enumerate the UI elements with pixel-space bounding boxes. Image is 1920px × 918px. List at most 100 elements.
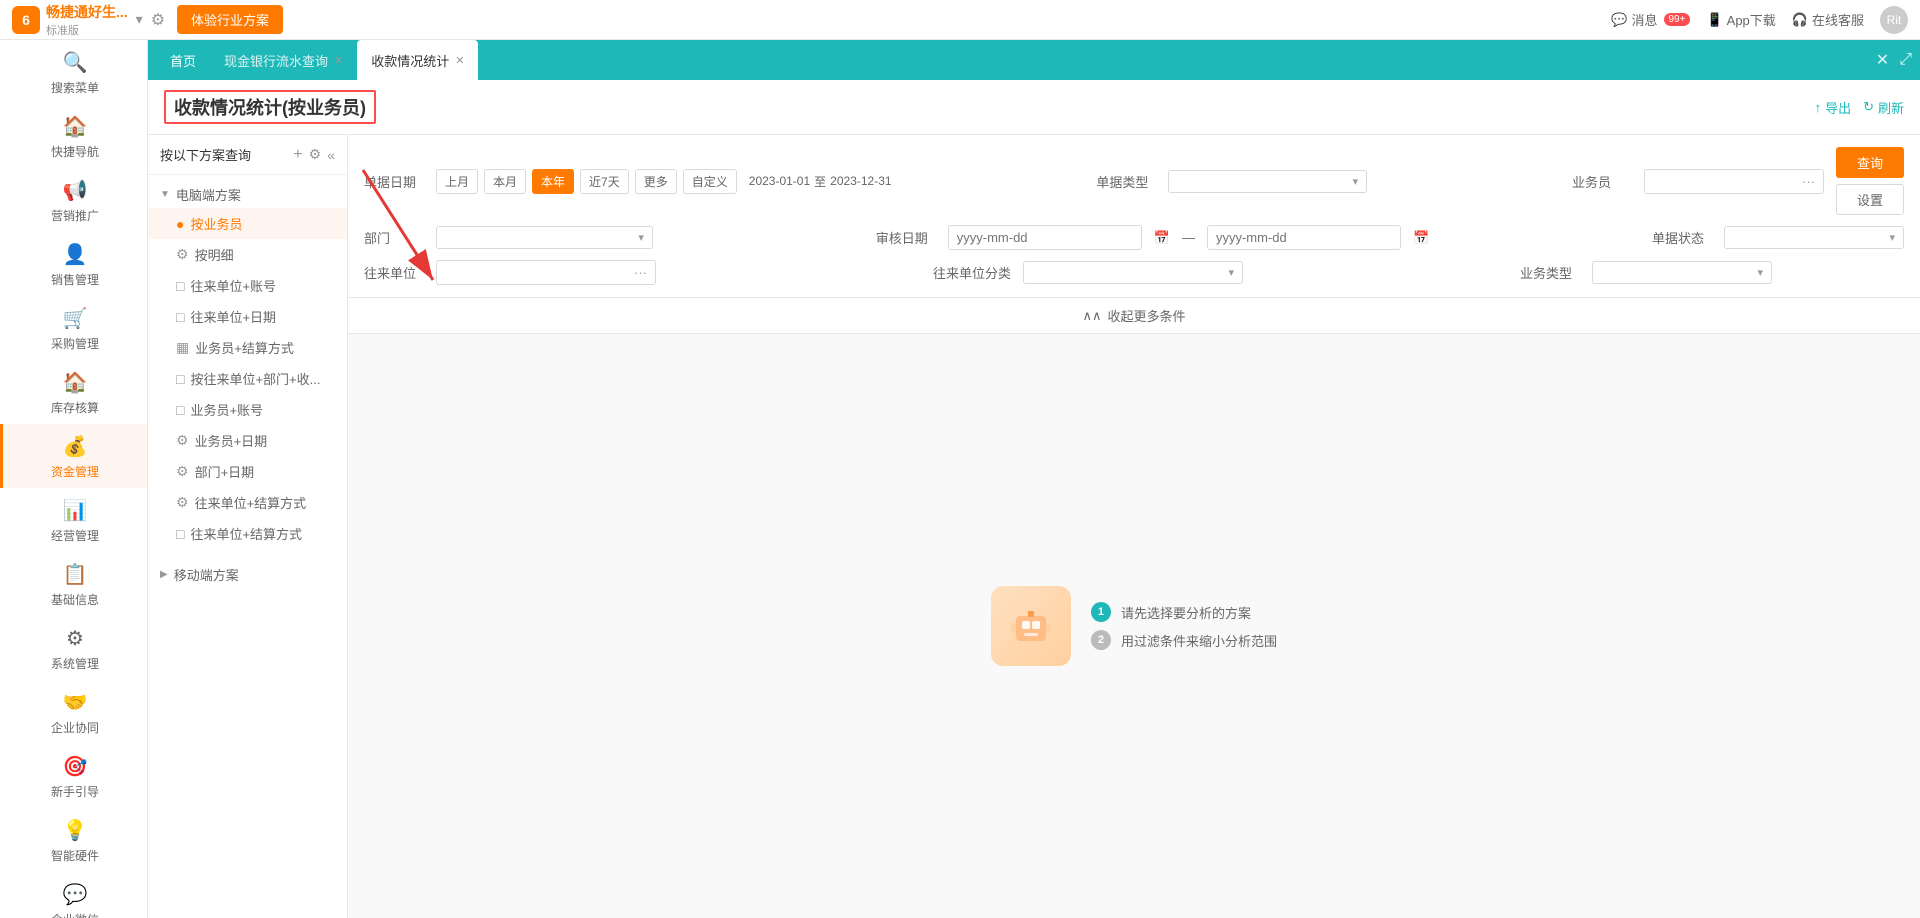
- export-button[interactable]: ↑ 导出: [1815, 98, 1852, 117]
- date-btn-this-year[interactable]: 本年: [532, 169, 574, 194]
- setting-button[interactable]: 设置: [1836, 184, 1904, 215]
- sidebar-item-inventory[interactable]: 🏠 库存核算: [0, 360, 147, 424]
- sidebar-item-basic-info[interactable]: 📋 基础信息: [0, 552, 147, 616]
- review-date-to-input[interactable]: [1207, 225, 1401, 250]
- sidebar-item-operations[interactable]: 📊 经营管理: [0, 488, 147, 552]
- scheme-group-mobile[interactable]: ▶ 移动端方案: [148, 561, 347, 588]
- trial-button[interactable]: 体验行业方案: [177, 5, 283, 34]
- header-right: 💬 消息 99+ 📱 App下载 🎧 在线客服 Rit: [1611, 6, 1908, 34]
- sidebar-item-hardware[interactable]: 💡 智能硬件: [0, 808, 147, 872]
- sidebar-item-search[interactable]: 🔍 搜索菜单: [0, 40, 147, 104]
- user-avatar[interactable]: Rit: [1880, 6, 1908, 34]
- scheme-item-by-salesperson[interactable]: ● 按业务员: [148, 208, 347, 239]
- tab-collection-stats[interactable]: 收款情况统计 ✕: [357, 40, 478, 80]
- date-btn-last-month[interactable]: 上月: [436, 169, 478, 194]
- scheme-item-label: 往来单位+日期: [190, 307, 276, 326]
- purchase-icon: 🛒: [63, 306, 88, 331]
- sidebar-item-marketing[interactable]: 📢 营销推广: [0, 168, 147, 232]
- empty-illustration: 1 请先选择要分析的方案 2 用过滤条件来缩小分析范围: [991, 586, 1277, 666]
- settings-gear-icon[interactable]: ⚙: [151, 10, 165, 30]
- sidebar: 🔍 搜索菜单 🏠 快捷导航 📢 营销推广 👤 销售管理 🛒 采购管理 🏠: [0, 40, 148, 918]
- sidebar-item-wechat[interactable]: 💬 企业微信: [0, 872, 147, 918]
- sidebar-item-quicknav[interactable]: 🏠 快捷导航: [0, 104, 147, 168]
- export-icon: ↑: [1815, 100, 1822, 115]
- scheme-item-label: 按业务员: [190, 214, 242, 233]
- sidebar-item-label: 企业微信: [51, 911, 99, 918]
- review-date-calendar-icon[interactable]: 📅: [1154, 230, 1170, 246]
- chevron-down-icon: ▾: [1757, 266, 1763, 279]
- scheme-item-partner-dept[interactable]: □ 按往来单位+部门+收...: [148, 363, 347, 394]
- tab-collection-stats-close[interactable]: ✕: [455, 54, 464, 67]
- query-button[interactable]: 查询: [1836, 147, 1904, 178]
- scheme-item-partner-date[interactable]: □ 往来单位+日期: [148, 301, 347, 332]
- sidebar-item-guide[interactable]: 🎯 新手引导: [0, 744, 147, 808]
- voucher-status-select[interactable]: ▾: [1724, 226, 1904, 249]
- scheme-settings-icon[interactable]: ⚙: [309, 146, 322, 163]
- scheme-item-partner-settle1[interactable]: ⚙ 往来单位+结算方式: [148, 487, 347, 518]
- left-panel-header: 按以下方案查询 + ⚙ «: [148, 135, 347, 175]
- sidebar-item-system[interactable]: ⚙ 系统管理: [0, 616, 147, 680]
- tab-close-all-icon[interactable]: ✕: [1876, 50, 1889, 70]
- filter-area: 单据日期 上月 本月 本年 近7天 更多 自定义 2023-01-01: [348, 135, 1920, 298]
- date-to: 2023-12-31: [830, 174, 891, 188]
- date-btn-more[interactable]: 更多: [635, 169, 677, 194]
- scheme-icon: □: [176, 526, 184, 542]
- scheme-group-label: 电脑端方案: [176, 185, 241, 204]
- tab-home[interactable]: 首页: [156, 40, 210, 80]
- app-download-btn[interactable]: 📱 App下载: [1706, 10, 1775, 29]
- scheme-icon: □: [176, 309, 184, 325]
- scheme-item-label: 往来单位+结算方式: [195, 493, 307, 512]
- tab-expand-icon[interactable]: ⤢: [1899, 51, 1912, 69]
- content-area: 首页 现金银行流水查询 ✕ 收款情况统计 ✕ ✕ ⤢ 收款情况统计(按业务员): [148, 40, 1920, 918]
- partner-label: 往来单位: [364, 263, 424, 282]
- messages-btn[interactable]: 💬 消息 99+: [1611, 10, 1690, 29]
- scheme-item-salesperson-settle[interactable]: ▦ 业务员+结算方式: [148, 332, 347, 363]
- date-btn-this-month[interactable]: 本月: [484, 169, 526, 194]
- collab-icon: 🤝: [63, 690, 88, 715]
- sidebar-item-label: 营销推广: [51, 207, 99, 224]
- scheme-icon: ⚙: [176, 463, 189, 480]
- sidebar-item-label: 快捷导航: [51, 143, 99, 160]
- review-date-to-calendar-icon[interactable]: 📅: [1413, 230, 1429, 246]
- scheme-item-partner-account[interactable]: □ 往来单位+账号: [148, 270, 347, 301]
- sidebar-item-sales[interactable]: 👤 销售管理: [0, 232, 147, 296]
- scheme-icon: □: [176, 278, 184, 294]
- scheme-item-salesperson-date[interactable]: ⚙ 业务员+日期: [148, 425, 347, 456]
- scheme-group-desktop[interactable]: ▼ 电脑端方案: [148, 181, 347, 208]
- sidebar-item-purchase[interactable]: 🛒 采购管理: [0, 296, 147, 360]
- collapse-bar[interactable]: ∧∧ 收起更多条件: [348, 298, 1920, 334]
- empty-state-icon: [991, 586, 1071, 666]
- add-scheme-icon[interactable]: +: [293, 146, 302, 164]
- scheme-item-detail[interactable]: ⚙ 按明细: [148, 239, 347, 270]
- partner-type-select[interactable]: ▾: [1023, 261, 1243, 284]
- date-btn-7days[interactable]: 近7天: [580, 169, 629, 194]
- business-type-select[interactable]: ▾: [1592, 261, 1772, 284]
- sidebar-item-finance[interactable]: 💰 资金管理: [0, 424, 147, 488]
- review-date-from-input[interactable]: [948, 225, 1142, 250]
- date-btn-custom[interactable]: 自定义: [683, 169, 737, 194]
- inventory-icon: 🏠: [63, 370, 88, 395]
- partner-select[interactable]: ···: [436, 260, 656, 285]
- voucher-type-select[interactable]: ▾: [1168, 170, 1367, 193]
- tab-bank-flow-close[interactable]: ✕: [334, 54, 343, 67]
- enterprise-dropdown[interactable]: ▾: [136, 11, 143, 28]
- scheme-item-salesperson-account[interactable]: □ 业务员+账号: [148, 394, 347, 425]
- salesperson-select[interactable]: ···: [1644, 169, 1824, 194]
- date-range-display: 2023-01-01 至 2023-12-31: [749, 173, 892, 190]
- scheme-item-label: 业务员+账号: [190, 400, 263, 419]
- online-service-btn[interactable]: 🎧 在线客服: [1792, 10, 1864, 29]
- filter-row-3: 往来单位 ··· 往来单位分类 ▾ 业务类型: [364, 260, 1904, 285]
- sidebar-item-label: 基础信息: [51, 591, 99, 608]
- department-select[interactable]: ▾: [436, 226, 653, 249]
- scheme-item-partner-settle2[interactable]: □ 往来单位+结算方式: [148, 518, 347, 549]
- tab-bank-flow[interactable]: 现金银行流水查询 ✕: [210, 40, 357, 80]
- refresh-button[interactable]: ↻ 刷新: [1863, 98, 1904, 117]
- sidebar-item-collab[interactable]: 🤝 企业协同: [0, 680, 147, 744]
- robot-icon: [1006, 601, 1056, 651]
- collapse-panel-icon[interactable]: «: [327, 147, 335, 163]
- wechat-icon: 💬: [63, 882, 88, 907]
- edition-label: 标准版: [46, 22, 128, 38]
- scheme-item-dept-date[interactable]: ⚙ 部门+日期: [148, 456, 347, 487]
- action-buttons: 查询 设置: [1836, 147, 1904, 215]
- scheme-item-label: 部门+日期: [195, 462, 255, 481]
